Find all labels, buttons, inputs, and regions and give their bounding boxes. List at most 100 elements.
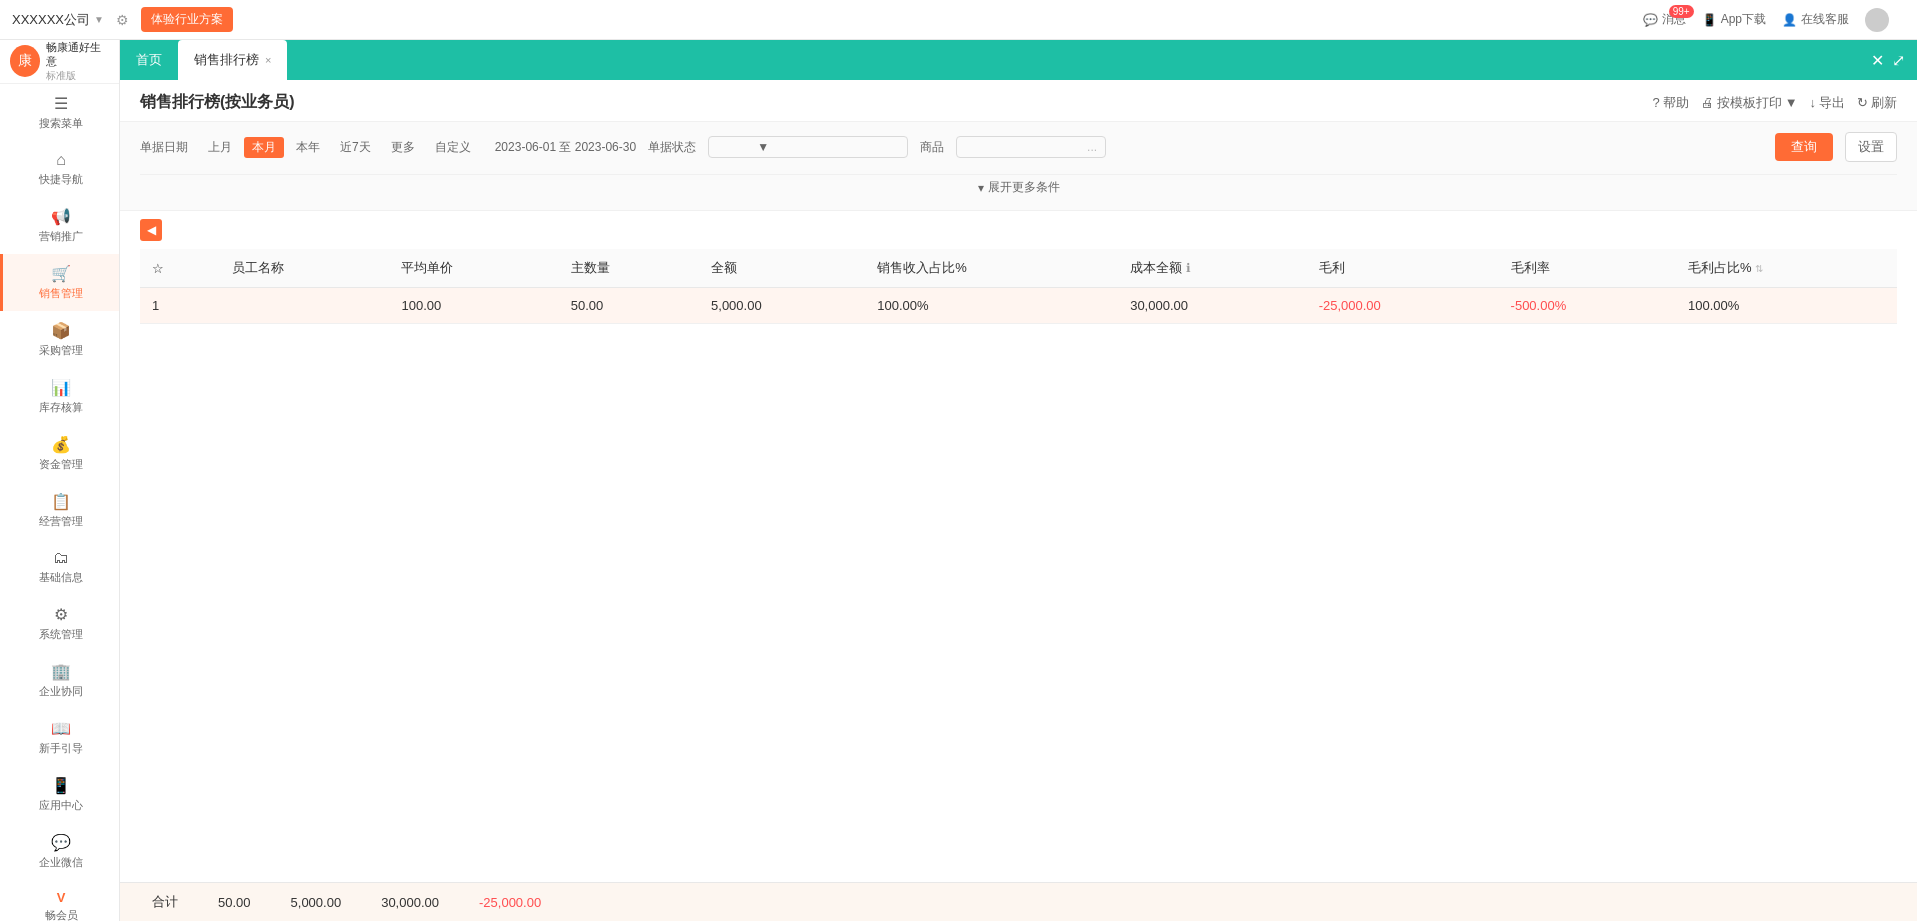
page-header: 销售排行榜(按业务员) ? 帮助 🖨 按模板打印 ▼ ↓ 导出 [120, 80, 1917, 122]
sidebar-item-wechat[interactable]: 💬 企业微信 [0, 823, 119, 880]
print-button[interactable]: 🖨 按模板打印 ▼ [1701, 94, 1798, 112]
profit-pct-sort-icon[interactable]: ⇅ [1755, 263, 1763, 274]
message-button[interactable]: 💬 消息 99+ [1643, 11, 1686, 28]
refresh-icon: ↻ [1857, 95, 1868, 110]
service-button[interactable]: 👤 在线客服 [1782, 11, 1849, 28]
tab-home-label: 首页 [136, 51, 162, 69]
service-icon: 👤 [1782, 13, 1797, 27]
company-selector[interactable]: XXXXXX公司 ▼ [12, 11, 104, 29]
cell-rank: 1 [140, 288, 220, 324]
expand-row: ▾ 展开更多条件 [140, 174, 1897, 200]
print-chevron-icon: ▼ [1785, 95, 1798, 110]
date-tab-current-month[interactable]: 本月 [244, 137, 284, 158]
trial-button[interactable]: 体验行业方案 [141, 7, 233, 32]
sidebar-item-operations[interactable]: 📋 经营管理 [0, 482, 119, 539]
export-label: 导出 [1819, 94, 1845, 112]
col-amount: 全额 [699, 249, 865, 288]
logo-text-block: 畅康通好生意 标准版 [46, 40, 109, 83]
date-tab-more[interactable]: 更多 [383, 137, 423, 158]
sidebar-item-label: 基础信息 [39, 570, 83, 585]
gear-icon[interactable]: ⚙ [116, 12, 129, 28]
tab-active-label: 销售排行榜 [194, 51, 259, 69]
help-icon: ? [1652, 95, 1659, 110]
cost-info-icon[interactable]: ℹ [1186, 261, 1191, 275]
query-button[interactable]: 查询 [1775, 133, 1833, 161]
app-download-button[interactable]: 📱 App下载 [1702, 11, 1766, 28]
tab-maximize-icon[interactable]: ⤢ [1892, 51, 1905, 70]
date-tab-custom[interactable]: 自定义 [427, 137, 479, 158]
date-tab-7days[interactable]: 近7天 [332, 137, 379, 158]
expand-button[interactable]: ▾ 展开更多条件 [978, 179, 1060, 196]
action-bar: ◀ [120, 211, 1917, 249]
sidebar-item-label: 快捷导航 [39, 172, 83, 187]
collapse-button[interactable]: ◀ [140, 219, 162, 241]
sidebar-item-system[interactable]: ⚙ 系统管理 [0, 595, 119, 652]
star-icon: ☆ [152, 261, 164, 276]
status-filter-label: 单据状态 [648, 139, 696, 156]
tab-sales-ranking[interactable]: 销售排行榜 × [178, 40, 287, 80]
sidebar-item-member[interactable]: V 畅会员 [0, 880, 119, 921]
header-right: 💬 消息 99+ 📱 App下载 👤 在线客服 [1643, 8, 1905, 32]
sidebar-item-label: 畅会员 [45, 908, 78, 921]
tab-close-icon[interactable]: × [265, 54, 271, 66]
sales-ranking-table: ☆ 员工名称 平均单价 主数量 全额 销售收入占比% 成本全额 ℹ 毛利 毛利率 [140, 249, 1897, 324]
avatar[interactable] [1865, 8, 1889, 32]
summary-label: 合计 [152, 893, 178, 911]
system-icon: ⚙ [54, 605, 68, 624]
sidebar-item-label: 营销推广 [39, 229, 83, 244]
summary-cost: 30,000.00 [381, 895, 439, 910]
summary-amount: 5,000.00 [291, 895, 342, 910]
goods-input[interactable]: ... [956, 136, 1106, 158]
refresh-button[interactable]: ↻ 刷新 [1857, 94, 1897, 112]
sidebar-item-label: 销售管理 [39, 286, 83, 301]
sidebar-item-enterprise[interactable]: 🏢 企业协同 [0, 652, 119, 709]
table-header-row: ☆ 员工名称 平均单价 主数量 全额 销售收入占比% 成本全额 ℹ 毛利 毛利率 [140, 249, 1897, 288]
logo-sub: 标准版 [46, 69, 109, 83]
col-sales-pct: 销售收入占比% [865, 249, 1118, 288]
date-tab-this-year[interactable]: 本年 [288, 137, 328, 158]
company-chevron-icon: ▼ [94, 14, 104, 25]
sidebar-item-sales[interactable]: 🛒 销售管理 [0, 254, 119, 311]
col-profit-pct: 毛利占比% ⇅ [1676, 249, 1897, 288]
help-button[interactable]: ? 帮助 [1652, 94, 1688, 112]
sidebar-item-inventory[interactable]: 📊 库存核算 [0, 368, 119, 425]
tab-home[interactable]: 首页 [120, 40, 178, 80]
date-tab-last-month[interactable]: 上月 [200, 137, 240, 158]
col-qty: 主数量 [559, 249, 699, 288]
sidebar-item-marketing[interactable]: 📢 营销推广 [0, 197, 119, 254]
col-rank: ☆ [140, 249, 220, 288]
page-content: 销售排行榜(按业务员) ? 帮助 🖨 按模板打印 ▼ ↓ 导出 [120, 80, 1917, 921]
summary-qty: 50.00 [218, 895, 251, 910]
sidebar-item-finance[interactable]: 💰 资金管理 [0, 425, 119, 482]
sidebar-item-label: 资金管理 [39, 457, 83, 472]
summary-profit: -25,000.00 [479, 895, 541, 910]
sidebar-item-quick-nav[interactable]: ⌂ 快捷导航 [0, 141, 119, 197]
sidebar-item-guide[interactable]: 📖 新手引导 [0, 709, 119, 766]
print-icon: 🖨 [1701, 95, 1714, 110]
sidebar-item-search-order[interactable]: ☰ 搜索菜单 [0, 84, 119, 141]
col-cost: 成本全额 ℹ [1118, 249, 1306, 288]
filter-bar: 单据日期 上月 本月 本年 近7天 更多 自定义 2023-06-01 至 20… [120, 122, 1917, 211]
sidebar-item-purchase[interactable]: 📦 采购管理 [0, 311, 119, 368]
help-label: 帮助 [1663, 94, 1689, 112]
settings-button[interactable]: 设置 [1845, 132, 1897, 162]
cell-avg-price: 100.00 [389, 288, 558, 324]
sidebar-item-apps[interactable]: 📱 应用中心 [0, 766, 119, 823]
tab-close-window-icon[interactable]: ✕ [1871, 51, 1884, 70]
sidebar-item-label: 采购管理 [39, 343, 83, 358]
export-icon: ↓ [1810, 95, 1817, 110]
table-row: 1 100.00 50.00 5,000.00 100.00% 30,000.0… [140, 288, 1897, 324]
col-employee: 员工名称 [220, 249, 389, 288]
cell-margin: -500.00% [1499, 288, 1676, 324]
status-select[interactable]: ▼ [708, 136, 908, 158]
sales-icon: 🛒 [51, 264, 71, 283]
export-button[interactable]: ↓ 导出 [1810, 94, 1846, 112]
operations-icon: 📋 [51, 492, 71, 511]
wechat-icon: 💬 [51, 833, 71, 852]
enterprise-icon: 🏢 [51, 662, 71, 681]
sidebar-item-label: 库存核算 [39, 400, 83, 415]
tab-bar-right: ✕ ⤢ [1871, 51, 1917, 70]
sidebar-item-label: 企业协同 [39, 684, 83, 699]
sidebar-item-basics[interactable]: 🗂 基础信息 [0, 539, 119, 595]
message-badge: 99+ [1669, 5, 1694, 18]
